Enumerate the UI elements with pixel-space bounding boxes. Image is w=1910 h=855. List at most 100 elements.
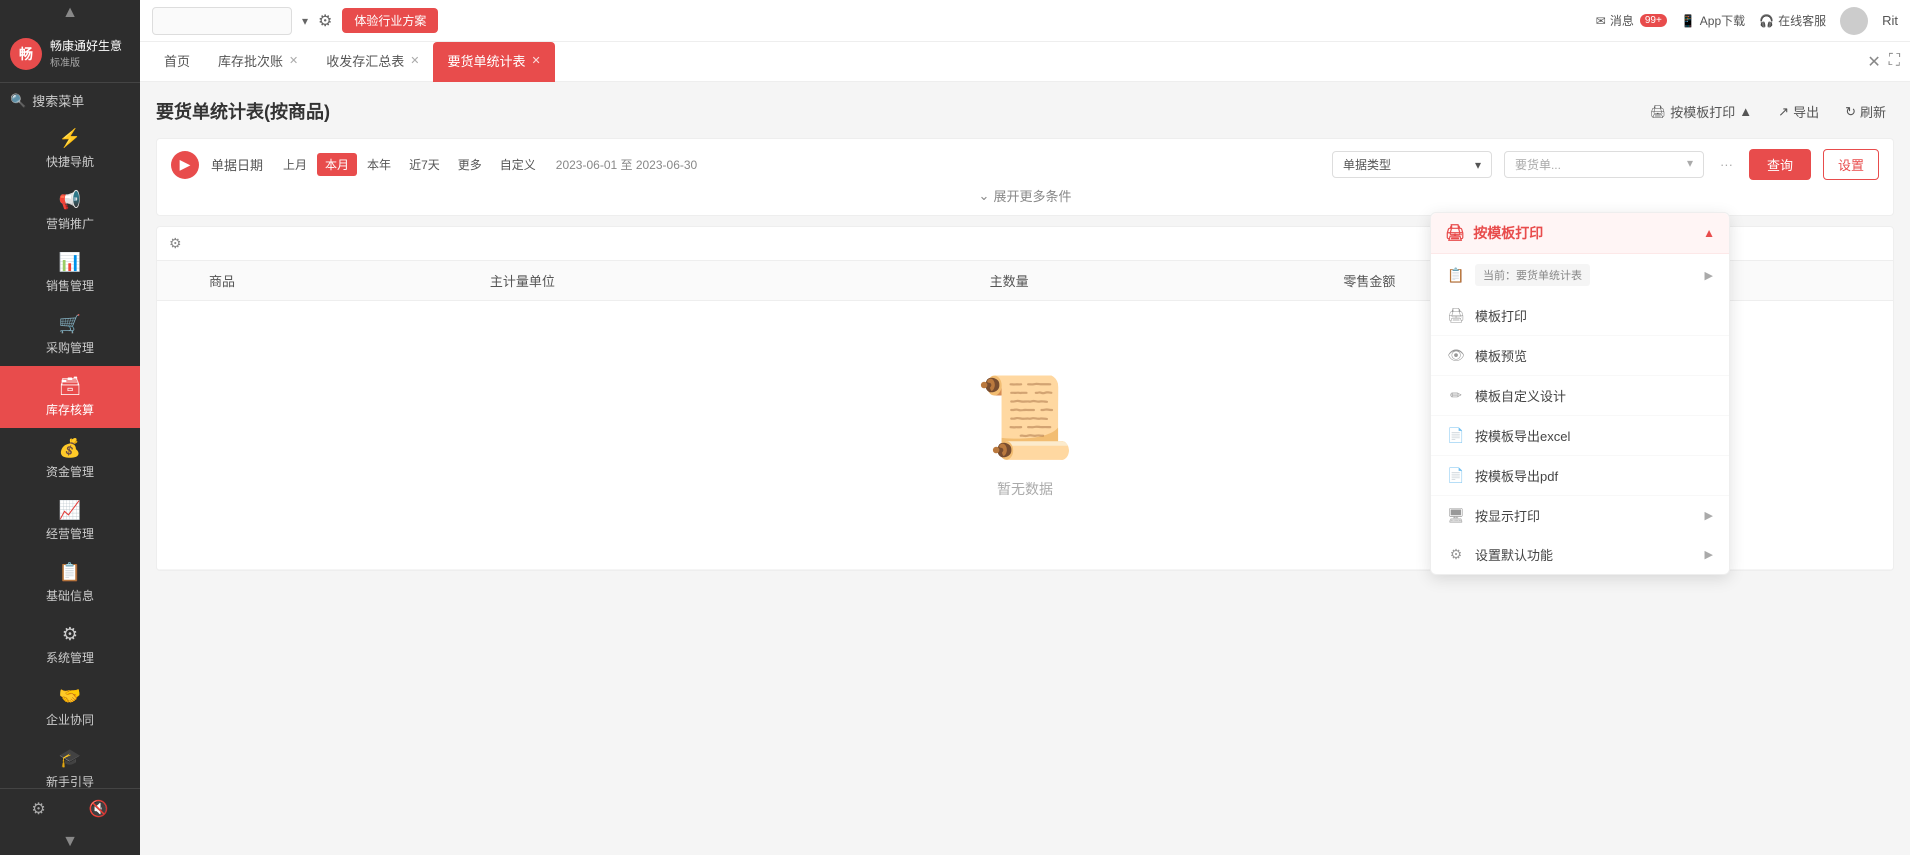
- date-btn-current-year[interactable]: 本年: [359, 153, 399, 176]
- sidebar-item-guide[interactable]: 🎓 新手引导: [0, 738, 140, 788]
- sidebar-item-enterprise[interactable]: 🤝 企业协同: [0, 676, 140, 738]
- current-label-badge: 当前：要货单统计表: [1475, 264, 1590, 286]
- topbar-gear-icon[interactable]: ⚙: [318, 11, 332, 31]
- trial-btn[interactable]: 体验行业方案: [342, 8, 438, 33]
- sidebar-item-marketing[interactable]: 📢 营销推广: [0, 180, 140, 242]
- date-options: 上月本月本年近7天更多自定义: [275, 153, 544, 176]
- sidebar-search[interactable]: 🔍 搜索菜单: [0, 83, 140, 118]
- dropdown-export-excel[interactable]: 📄 按模板导出excel: [1431, 416, 1729, 456]
- logo-subtitle: 标准版: [50, 54, 122, 69]
- refresh-btn[interactable]: ↻ 刷新: [1837, 98, 1894, 125]
- page-title: 要货单统计表(按商品): [156, 98, 1894, 124]
- display-print-icon: 🖥: [1447, 507, 1465, 524]
- tabs-bar: 首页库存批次账✕收发存汇总表✕要货单统计表✕ ✕ ⛶: [140, 42, 1910, 82]
- export-excel-label: 按模板导出excel: [1475, 426, 1570, 445]
- dropdown-header[interactable]: 🖨 按模板打印 ▲: [1431, 213, 1729, 254]
- filter-section: ▶ 单据日期 上月本月本年近7天更多自定义 2023-06-01 至 2023-…: [156, 138, 1894, 216]
- tab-order-stats[interactable]: 要货单统计表✕: [433, 42, 554, 82]
- message-label: 消息: [1610, 12, 1634, 29]
- current-arrow: ▶: [1705, 269, 1713, 282]
- order-type-select[interactable]: 单据类型 ▾: [1332, 151, 1492, 178]
- tab-inventory-batch[interactable]: 库存批次账✕: [204, 42, 312, 82]
- dropdown-template-preview[interactable]: 👁 模板预览: [1431, 336, 1729, 376]
- online-service-label: 在线客服: [1778, 12, 1826, 29]
- dropdown-template-print[interactable]: 🖨 模板打印: [1431, 296, 1729, 336]
- quick-nav-icon: ⚡: [59, 128, 81, 149]
- tab-close-receipt-summary[interactable]: ✕: [410, 54, 419, 67]
- settings-icon[interactable]: ⚙: [31, 799, 45, 819]
- dropdown-current-item[interactable]: 📋 当前：要货单统计表 ▶: [1431, 254, 1729, 296]
- query-button[interactable]: 查询: [1749, 149, 1811, 180]
- sidebar-item-operation[interactable]: 📈 经营管理: [0, 490, 140, 552]
- tab-home[interactable]: 首页: [150, 42, 204, 82]
- sidebar-item-label-enterprise: 企业协同: [46, 711, 94, 728]
- template-print-label: 模板打印: [1475, 306, 1527, 325]
- app-download-action[interactable]: 📱 App下载: [1681, 12, 1745, 29]
- message-icon: ✉: [1596, 14, 1606, 28]
- export-btn[interactable]: ↗ 导出: [1770, 98, 1827, 125]
- dropdown-template-custom[interactable]: ✏ 模板自定义设计: [1431, 376, 1729, 416]
- dropdown-display-print[interactable]: 🖥 按显示打印 ▶: [1431, 496, 1729, 535]
- template-custom-icon: ✏: [1447, 387, 1465, 404]
- tab-close-order-stats[interactable]: ✕: [532, 54, 541, 67]
- online-service-action[interactable]: 🎧 在线客服: [1759, 12, 1826, 29]
- table-settings-icon[interactable]: ⚙: [169, 235, 182, 252]
- dropdown-export-pdf[interactable]: 📄 按模板导出pdf: [1431, 456, 1729, 496]
- setting-button[interactable]: 设置: [1823, 149, 1879, 180]
- template-custom-label: 模板自定义设计: [1475, 386, 1566, 405]
- topbar-search-input[interactable]: [152, 7, 292, 35]
- user-avatar[interactable]: [1840, 7, 1868, 35]
- sales-icon: 📊: [59, 252, 81, 273]
- sidebar-item-sales[interactable]: 📊 销售管理: [0, 242, 140, 304]
- template-print-btn[interactable]: 🖨 按模板打印 ▲: [1642, 98, 1760, 125]
- window-expand-btn[interactable]: ⛶: [1889, 52, 1900, 72]
- export-pdf-icon: 📄: [1447, 467, 1465, 484]
- tab-close-inventory-batch[interactable]: ✕: [289, 54, 298, 67]
- inventory-icon: 🗃: [59, 376, 82, 397]
- th-extra: [1758, 261, 1893, 301]
- sidebar-item-basic[interactable]: 📋 基础信息: [0, 552, 140, 614]
- chevron-up-icon: ▲: [1739, 104, 1752, 119]
- sidebar-scroll-down[interactable]: ▼: [0, 829, 140, 855]
- export-excel-icon: 📄: [1447, 427, 1465, 444]
- sidebar-item-finance[interactable]: 💰 资金管理: [0, 428, 140, 490]
- date-btn-prev-month[interactable]: 上月: [275, 153, 315, 176]
- app-download-label: App下载: [1700, 12, 1745, 29]
- sidebar-item-label-operation: 经营管理: [46, 525, 94, 542]
- topbar-actions: ✉ 消息 99+ 📱 App下载 🎧 在线客服 Rit: [1596, 7, 1898, 35]
- sidebar-item-quick-nav[interactable]: ⚡ 快捷导航: [0, 118, 140, 180]
- chevron-down-icon2: ▾: [1687, 156, 1693, 170]
- default-setting-icon: ⚙: [1447, 546, 1465, 563]
- sidebar-search-label: 搜索菜单: [32, 91, 84, 110]
- sidebar-item-purchase[interactable]: 🛒 采购管理: [0, 304, 140, 366]
- order-category-filter[interactable]: 要货单... ▾: [1504, 151, 1704, 178]
- date-btn-more[interactable]: 更多: [450, 153, 490, 176]
- finance-icon: 💰: [59, 438, 81, 459]
- expand-more-btn[interactable]: ⌄ 展开更多条件: [171, 186, 1879, 205]
- mute-icon[interactable]: 🔇: [89, 799, 109, 819]
- template-preview-label: 模板预览: [1475, 346, 1527, 365]
- sidebar-logo: 畅 畅康通好生意 标准版: [0, 26, 140, 83]
- sidebar-item-system[interactable]: ⚙ 系统管理: [0, 614, 140, 676]
- sidebar-scroll-up[interactable]: ▲: [0, 0, 140, 26]
- empty-text: 暂无数据: [997, 479, 1053, 499]
- tab-receipt-summary[interactable]: 收发存汇总表✕: [312, 42, 433, 82]
- topbar-dropdown-arrow[interactable]: ▾: [302, 14, 308, 28]
- dropdown-default-setting[interactable]: ⚙ 设置默认功能 ▶: [1431, 535, 1729, 574]
- expand-icon: ⌄: [979, 188, 990, 204]
- logo-icon: 畅: [10, 38, 42, 70]
- dropdown-printer-icon: 🖨: [1445, 223, 1465, 243]
- window-close-btn[interactable]: ✕: [1867, 52, 1880, 72]
- sidebar-item-inventory[interactable]: 🗃 库存核算: [0, 366, 140, 428]
- th-quantity: 主数量: [978, 261, 1332, 301]
- expand-toggle-btn[interactable]: ▶: [171, 151, 199, 179]
- ellipsis-action[interactable]: ···: [1720, 157, 1733, 172]
- date-btn-custom[interactable]: 自定义: [492, 153, 544, 176]
- date-btn-current-month[interactable]: 本月: [317, 153, 357, 176]
- message-action[interactable]: ✉ 消息 99+: [1596, 12, 1667, 29]
- sidebar-bottom: ⚙ 🔇: [0, 788, 140, 829]
- order-type-label: 单据类型: [1343, 156, 1391, 173]
- download-icon: 📱: [1681, 14, 1696, 28]
- date-btn-last7days[interactable]: 近7天: [401, 153, 448, 176]
- export-pdf-label: 按模板导出pdf: [1475, 466, 1558, 485]
